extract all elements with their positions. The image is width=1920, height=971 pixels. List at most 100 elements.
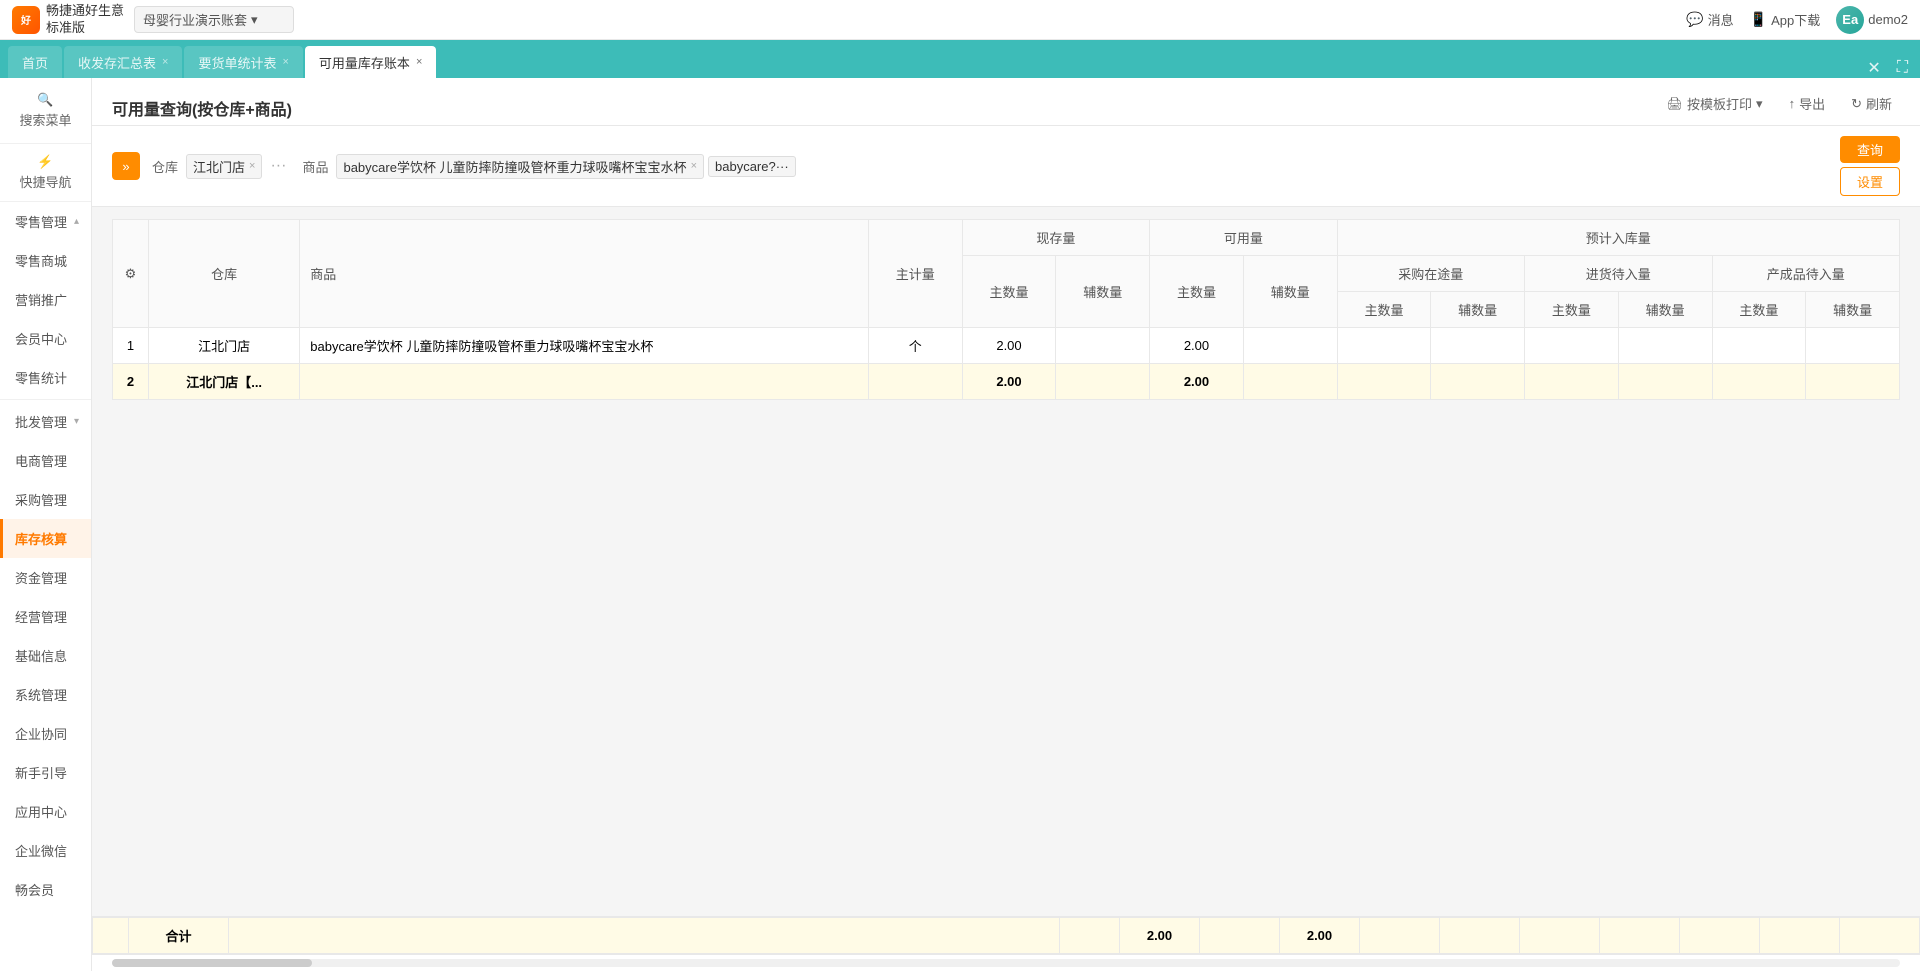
divider <box>0 399 91 400</box>
footer-finished-main <box>1760 918 1840 954</box>
sidebar-item-enterprise-wechat[interactable]: 企业微信 <box>0 831 91 870</box>
remove-product-tag-button[interactable]: × <box>691 160 697 172</box>
user-menu[interactable]: Ea demo2 <box>1836 6 1908 34</box>
sidebar-item-retail-stats[interactable]: 零售统计 <box>0 358 91 397</box>
sidebar-item-finance-mgmt[interactable]: 资金管理 <box>0 558 91 597</box>
col-header-product: 商品 <box>300 220 869 328</box>
top-bar-left: 好 畅捷通好生意 标准版 母婴行业演示账套 ▾ <box>12 3 294 37</box>
cell-unit-subtotal <box>868 364 962 400</box>
tab-close-available[interactable]: × <box>416 56 422 68</box>
tab-bar: 首页 收发存汇总表 × 要货单统计表 × 可用量库存账本 × ✕ ⛶ <box>0 40 1920 78</box>
sidebar-item-system-mgmt[interactable]: 系统管理 <box>0 675 91 714</box>
print-button[interactable]: 🖨 按模板打印 ▾ <box>1659 90 1771 117</box>
settings-icon[interactable]: ⚙ <box>125 266 137 281</box>
table-area: ⚙ 仓库 商品 主计量 现存量 可用量 预计入库量 主数量 辅数量 主数量 辅数… <box>92 207 1920 916</box>
sidebar-item-ecommerce-mgmt[interactable]: 电商管理 <box>0 441 91 480</box>
col-header-expected-in: 预计入库量 <box>1337 220 1899 256</box>
sidebar-item-basic-info[interactable]: 基础信息 <box>0 636 91 675</box>
scroll-bar-area <box>92 954 1920 971</box>
col-header-avail-aux: 辅数量 <box>1243 256 1337 328</box>
cell-unit: 个 <box>868 328 962 364</box>
cell-stock-aux-subtotal <box>1056 364 1150 400</box>
footer-purchase-main <box>1440 918 1520 954</box>
cell-stock-main: 2.00 <box>962 328 1056 364</box>
cell-stock-main-subtotal: 2.00 <box>962 364 1056 400</box>
settings-button[interactable]: 设置 <box>1840 167 1900 196</box>
cell-stock-aux <box>1056 328 1150 364</box>
warehouse-filter-tags: 江北门店 × ··· <box>186 154 290 179</box>
refresh-icon: ↻ <box>1851 96 1862 112</box>
cell-avail-aux <box>1243 328 1337 364</box>
sidebar-item-retail-mall[interactable]: 零售商城 <box>0 241 91 280</box>
col-header-warehouse: 仓库 <box>149 220 300 328</box>
filter-more-button[interactable]: ··· <box>266 157 290 175</box>
col-header-stock-main: 主数量 <box>962 256 1056 328</box>
sidebar-item-operations-mgmt[interactable]: 经营管理 <box>0 597 91 636</box>
query-button[interactable]: 查询 <box>1840 136 1900 163</box>
sidebar-item-new-guide[interactable]: 新手引导 <box>0 753 91 792</box>
warehouse-filter-group: 仓库 江北门店 × ··· <box>152 154 290 179</box>
col-header-finished-main: 主数量 <box>1712 292 1806 328</box>
cell-finished-aux-subtotal <box>1806 364 1900 400</box>
tab-available-stock[interactable]: 可用量库存账本 × <box>305 46 436 78</box>
tab-home[interactable]: 首页 <box>8 46 62 78</box>
sidebar-item-inventory[interactable]: 库存核算 <box>0 519 91 558</box>
footer-incoming-aux <box>1680 918 1760 954</box>
product-tag-0: babycare学饮杯 儿童防摔防撞吸管杯重力球吸嘴杯宝宝水杯 × <box>336 154 704 179</box>
sidebar-item-wholesale-mgmt[interactable]: 批发管理 ▾ <box>0 402 91 441</box>
product-filter-tags: babycare学饮杯 儿童防摔防撞吸管杯重力球吸嘴杯宝宝水杯 × babyca… <box>336 154 795 179</box>
footer-total-row: 合计 2.00 2.00 <box>93 918 1920 954</box>
footer-cell-empty2 <box>229 918 1060 954</box>
footer-cell-empty3 <box>1060 918 1120 954</box>
cell-warehouse-subtotal: 江北门店【... <box>149 364 300 400</box>
sidebar-menu: 零售管理 ▴ 零售商城 营销推广 会员中心 零售统计 批发管理 ▾ 电商管理 <box>0 202 91 909</box>
cell-finished-main-subtotal <box>1712 364 1806 400</box>
search-menu-button[interactable]: 🔍 搜索菜单 <box>8 86 83 135</box>
cell-product-subtotal <box>300 364 869 400</box>
main-layout: 🔍 搜索菜单 ⚡ 快捷导航 零售管理 ▴ 零售商城 营销推广 会员中心 <box>0 78 1920 971</box>
table-row-subtotal: 2 江北门店【... 2.00 2.00 <box>113 364 1900 400</box>
sidebar-item-app-center[interactable]: 应用中心 <box>0 792 91 831</box>
footer-avail-main: 2.00 <box>1280 918 1360 954</box>
refresh-button[interactable]: ↻ 刷新 <box>1843 90 1900 117</box>
export-icon: ↑ <box>1789 96 1796 111</box>
cell-incoming-aux-subtotal <box>1618 364 1712 400</box>
tab-expand-button[interactable]: ⛶ <box>1893 59 1912 77</box>
tab-close-all-button[interactable]: ✕ <box>1863 58 1884 78</box>
tab-close-order[interactable]: × <box>282 56 288 68</box>
tab-receive-summary[interactable]: 收发存汇总表 × <box>64 46 182 78</box>
product-filter-label: 商品 <box>302 157 328 176</box>
warehouse-filter-label: 仓库 <box>152 157 178 176</box>
print-icon: 🖨 <box>1667 96 1684 112</box>
footer-label: 合计 <box>129 918 229 954</box>
expand-icon: » <box>122 159 129 174</box>
sidebar-item-retail-mgmt[interactable]: 零售管理 ▴ <box>0 202 91 241</box>
sidebar-item-marketing[interactable]: 营销推广 <box>0 280 91 319</box>
tab-close-receive[interactable]: × <box>162 56 168 68</box>
sidebar-item-purchase-mgmt[interactable]: 采购管理 <box>0 480 91 519</box>
remove-warehouse-tag-button[interactable]: × <box>249 160 255 172</box>
sidebar-item-enterprise-collab[interactable]: 企业协同 <box>0 714 91 753</box>
app-download-button[interactable]: App下载 <box>1750 10 1821 29</box>
cell-avail-aux-subtotal <box>1243 364 1337 400</box>
product-filter-group: 商品 babycare学饮杯 儿童防摔防撞吸管杯重力球吸嘴杯宝宝水杯 × bab… <box>302 154 795 179</box>
chevron-down-icon: ▾ <box>74 416 79 427</box>
col-header-available: 可用量 <box>1150 220 1337 256</box>
top-bar-right: 消息 App下载 Ea demo2 <box>1686 6 1908 34</box>
cell-purchase-main <box>1337 328 1431 364</box>
tab-order-stats[interactable]: 要货单统计表 × <box>184 46 302 78</box>
filter-actions: 查询 设置 <box>1840 136 1900 196</box>
sidebar-item-member-center[interactable]: 会员中心 <box>0 319 91 358</box>
export-button[interactable]: ↑ 导出 <box>1781 90 1834 117</box>
chevron-down-icon: ▾ <box>251 12 258 28</box>
col-header-avail-main: 主数量 <box>1150 256 1244 328</box>
scroll-thumb[interactable] <box>112 959 312 967</box>
footer-cell-empty1 <box>93 918 129 954</box>
chevron-up-icon: ▴ <box>74 216 79 227</box>
sidebar-item-member[interactable]: 畅会员 <box>0 870 91 909</box>
col-header-incoming-main: 主数量 <box>1525 292 1619 328</box>
message-button[interactable]: 消息 <box>1686 10 1733 29</box>
org-selector[interactable]: 母婴行业演示账套 ▾ <box>134 6 294 33</box>
filter-toggle-button[interactable]: » <box>112 152 140 180</box>
quick-nav-button[interactable]: ⚡ 快捷导航 <box>0 148 91 197</box>
